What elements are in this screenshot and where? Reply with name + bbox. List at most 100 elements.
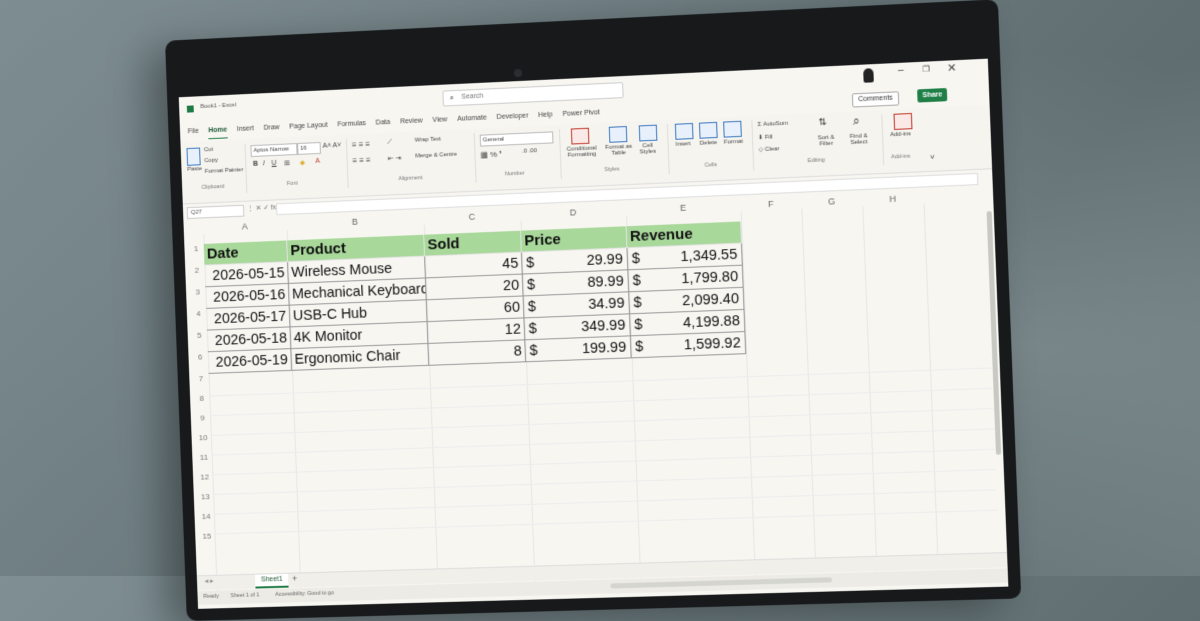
- row-header[interactable]: 14: [198, 512, 214, 521]
- format-cells-icon[interactable]: [723, 120, 742, 138]
- conditional-formatting-icon[interactable]: [570, 127, 590, 145]
- sort-filter-button[interactable]: Sort & Filter: [811, 134, 842, 148]
- merge-centre-button[interactable]: Merge & Centre: [415, 152, 457, 160]
- conditional-formatting-button[interactable]: Conditional Formatting: [562, 145, 602, 159]
- column-header-g[interactable]: G: [801, 194, 862, 209]
- tab-automate[interactable]: Automate: [457, 114, 487, 127]
- tab-file[interactable]: File: [188, 128, 199, 140]
- date-cell[interactable]: 2026-05-19: [207, 349, 293, 374]
- wrap-text-button[interactable]: Wrap Text: [415, 136, 442, 143]
- column-header-d[interactable]: D: [520, 204, 626, 220]
- row-header[interactable]: 7: [193, 374, 209, 383]
- status-accessibility[interactable]: Accessibility: Good to go: [275, 590, 334, 598]
- insert-cells-icon[interactable]: [674, 122, 694, 140]
- sheet-nav-arrows-icon[interactable]: ◂ ▸: [205, 577, 214, 585]
- currency-icon[interactable]: ▦ % ❜: [480, 150, 502, 160]
- revenue-cell[interactable]: $1,599.92: [630, 332, 747, 359]
- find-select-icon[interactable]: ⌕: [853, 113, 860, 128]
- user-avatar[interactable]: [863, 68, 874, 83]
- row-header[interactable]: 1: [188, 244, 204, 254]
- cell-styles-button[interactable]: Cell Styles: [635, 143, 660, 156]
- bold-icon[interactable]: B: [253, 161, 258, 168]
- cut-button[interactable]: Cut: [204, 147, 213, 153]
- row-header[interactable]: 3: [190, 287, 206, 296]
- orientation-icon[interactable]: ⟋: [387, 139, 392, 147]
- clear-button[interactable]: ◇ Clear: [758, 145, 779, 153]
- underline-icon[interactable]: U: [271, 160, 276, 167]
- comments-button[interactable]: Comments: [851, 91, 900, 108]
- align-top-icon[interactable]: ≡ ≡ ≡: [352, 140, 370, 150]
- column-header-h[interactable]: H: [862, 192, 924, 207]
- add-ins-icon[interactable]: [893, 112, 913, 130]
- format-as-table-icon[interactable]: [608, 125, 628, 143]
- column-header-e[interactable]: E: [626, 199, 741, 216]
- column-header-f[interactable]: F: [740, 197, 801, 212]
- product-cell[interactable]: Ergonomic Chair: [291, 343, 430, 371]
- tab-insert[interactable]: Insert: [237, 125, 254, 138]
- fill-button[interactable]: ⬇ Fill: [758, 133, 773, 141]
- grow-font-icon[interactable]: A˄ A˅: [323, 142, 342, 150]
- font-name-select[interactable]: Aptos Narrow: [250, 143, 298, 158]
- delete-cells-button[interactable]: Delete: [700, 140, 718, 147]
- indent-icon[interactable]: ⇤ ⇥: [388, 154, 402, 163]
- tab-draw[interactable]: Draw: [264, 124, 280, 137]
- tab-power-pivot[interactable]: Power Pivot: [562, 109, 600, 123]
- tab-help[interactable]: Help: [538, 111, 553, 124]
- sort-filter-icon[interactable]: ⇅: [818, 117, 827, 128]
- row-header[interactable]: 9: [195, 413, 211, 422]
- row-header[interactable]: 11: [196, 453, 212, 462]
- font-size-select[interactable]: 16: [297, 141, 321, 155]
- row-header[interactable]: 15: [199, 531, 215, 541]
- row-header[interactable]: 5: [191, 331, 207, 340]
- fill-color-icon[interactable]: ◈: [300, 159, 306, 167]
- format-as-table-button[interactable]: Format as Table: [603, 144, 633, 157]
- sold-cell[interactable]: 8: [428, 340, 527, 366]
- fx-icon[interactable]: ⋮ ✕ ✓ fx: [247, 203, 276, 212]
- tab-view[interactable]: View: [432, 116, 447, 129]
- format-cells-button[interactable]: Format: [724, 139, 743, 146]
- font-color-icon[interactable]: A: [315, 158, 320, 165]
- copy-button[interactable]: Copy: [204, 158, 218, 165]
- insert-cells-button[interactable]: Insert: [676, 141, 691, 148]
- column-header-a[interactable]: A: [203, 219, 287, 234]
- row-header[interactable]: 2: [189, 266, 205, 275]
- italic-icon[interactable]: I: [263, 160, 265, 167]
- tab-data[interactable]: Data: [376, 119, 391, 132]
- tab-developer[interactable]: Developer: [497, 113, 529, 126]
- collapse-ribbon-icon[interactable]: ˅: [930, 152, 935, 161]
- find-select-button[interactable]: Find & Select: [843, 133, 874, 146]
- close-icon[interactable]: ✕: [947, 61, 957, 75]
- tab-page-layout[interactable]: Page Layout: [289, 122, 328, 136]
- date-cell[interactable]: 2026-05-18: [206, 327, 292, 353]
- row-header[interactable]: 8: [194, 394, 210, 403]
- align-left-icon[interactable]: ≡ ≡ ≡: [352, 156, 370, 166]
- minimize-icon[interactable]: –: [898, 65, 904, 76]
- borders-icon[interactable]: ⊞: [284, 159, 290, 167]
- format-painter-button[interactable]: Format Painter: [205, 167, 244, 175]
- column-header-c[interactable]: C: [423, 209, 520, 225]
- add-sheet-button[interactable]: +: [292, 574, 298, 584]
- search-input[interactable]: ⌕ Search: [442, 82, 624, 107]
- row-header[interactable]: 6: [192, 352, 208, 361]
- maximize-icon[interactable]: ❐: [922, 64, 930, 73]
- number-format-select[interactable]: General: [479, 131, 554, 147]
- row-header[interactable]: 13: [198, 492, 214, 501]
- add-ins-button[interactable]: Add-ins: [890, 131, 911, 138]
- spreadsheet-grid[interactable]: A B C D E F G H 1 2 3 4 5 6 7 8 9 10 11 …: [187, 189, 999, 599]
- row-header[interactable]: 4: [191, 309, 207, 318]
- row-header[interactable]: 10: [195, 433, 211, 442]
- horizontal-scrollbar[interactable]: [610, 577, 833, 589]
- paste-icon[interactable]: [186, 147, 201, 166]
- autosum-button[interactable]: Σ AutoSum: [757, 121, 788, 128]
- share-button[interactable]: Share: [917, 87, 948, 103]
- tab-formulas[interactable]: Formulas: [337, 120, 366, 133]
- row-header[interactable]: 12: [197, 472, 213, 482]
- name-box[interactable]: Q27: [186, 204, 245, 220]
- cell-styles-icon[interactable]: [638, 124, 658, 142]
- tab-review[interactable]: Review: [400, 117, 423, 130]
- tab-home[interactable]: Home: [208, 126, 228, 140]
- decimal-icon[interactable]: .0 .00: [522, 148, 537, 155]
- price-cell[interactable]: $199.99: [525, 336, 632, 363]
- column-header-b[interactable]: B: [286, 213, 424, 231]
- delete-cells-icon[interactable]: [698, 121, 718, 139]
